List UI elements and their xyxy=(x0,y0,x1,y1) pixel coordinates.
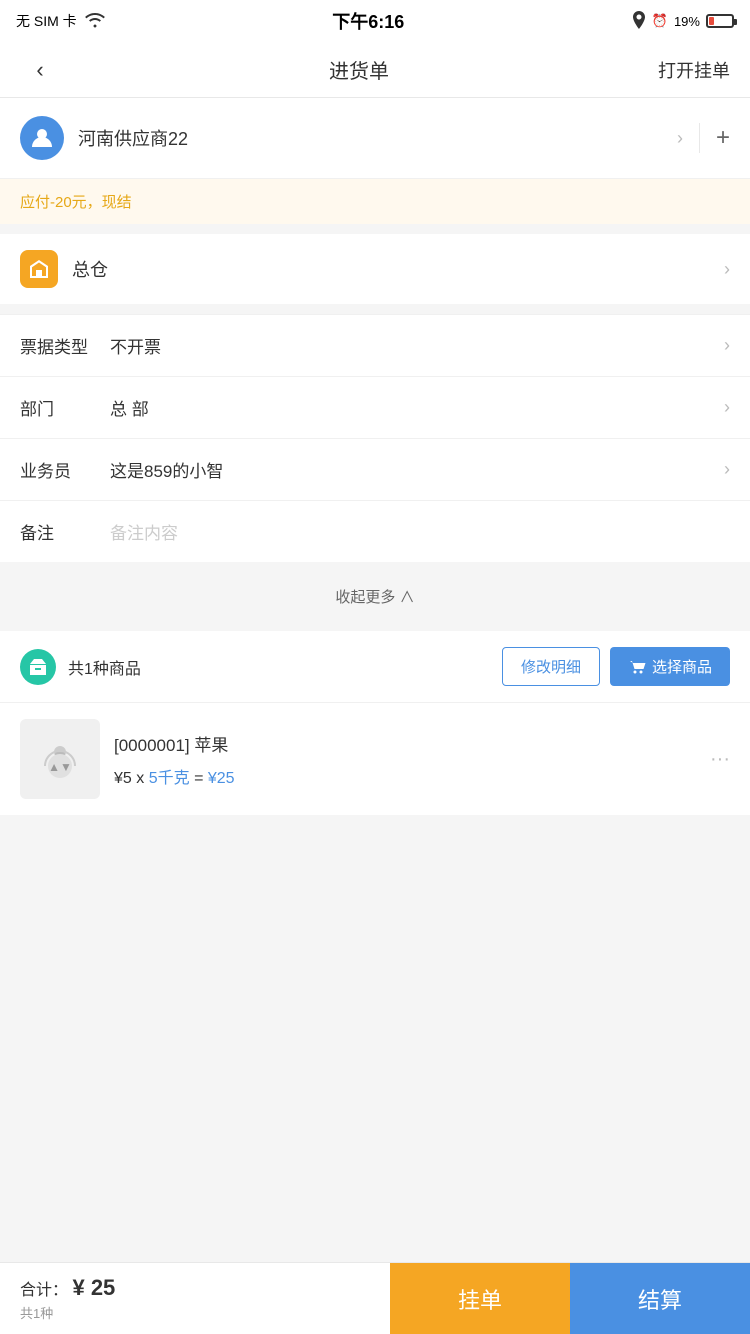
product-more-button[interactable]: ··· xyxy=(710,748,730,771)
product-name: [0000001] 苹果 xyxy=(114,731,696,756)
divider xyxy=(699,123,700,153)
remark-row[interactable]: 备注 备注内容 xyxy=(0,500,750,562)
product-total: ¥25 xyxy=(208,770,235,787)
battery-icon xyxy=(706,14,734,28)
page-title: 进货单 xyxy=(329,55,389,84)
product-section-icon xyxy=(20,649,56,685)
product-header: 共1种商品 修改明细 选择商品 xyxy=(0,631,750,702)
status-time: 下午6:16 xyxy=(332,8,404,34)
nav-bar: ‹ 进货单 打开挂单 xyxy=(0,42,750,98)
product-unit-price: ¥5 xyxy=(114,770,132,787)
carrier-label: 无 SIM 卡 xyxy=(16,11,77,31)
warehouse-chevron-icon: › xyxy=(724,259,730,280)
department-label: 部门 xyxy=(20,395,110,420)
svg-text:▲▼: ▲▼ xyxy=(48,760,72,774)
status-bar: 无 SIM 卡 下午6:16 ⏰ 19% xyxy=(0,0,750,42)
total-area: 合计： ¥ 25 共1种 xyxy=(0,1263,390,1334)
supplier-chevron-icon: › xyxy=(677,128,683,149)
invoice-type-row[interactable]: 票据类型 不开票 › xyxy=(0,314,750,376)
department-row[interactable]: 部门 总 部 › xyxy=(0,376,750,438)
warehouse-icon xyxy=(20,250,58,288)
product-title: 苹果 xyxy=(194,736,228,755)
status-left: 无 SIM 卡 xyxy=(16,11,105,31)
product-section: 共1种商品 修改明细 选择商品 ▲▼ xyxy=(0,631,750,815)
product-equals: = xyxy=(194,770,208,787)
supplier-avatar xyxy=(20,116,64,160)
battery-percentage: 19% xyxy=(674,14,700,29)
notice-bar: 应付-20元，现结 xyxy=(0,179,750,224)
warehouse-row[interactable]: 总仓 › xyxy=(0,234,750,304)
hang-button[interactable]: 挂单 xyxy=(390,1263,570,1334)
bottom-bar: 合计： ¥ 25 共1种 挂单 结算 xyxy=(0,1262,750,1334)
product-count-text: 共1种商品 xyxy=(68,655,141,679)
total-row: 合计： ¥ 25 xyxy=(20,1275,370,1301)
back-button[interactable]: ‹ xyxy=(20,50,60,90)
salesperson-row[interactable]: 业务员 这是859的小智 › xyxy=(0,438,750,500)
product-code: [0000001] xyxy=(114,736,190,755)
salesperson-chevron-icon: › xyxy=(724,459,730,480)
supplier-name: 河南供应商22 xyxy=(78,125,669,151)
add-button[interactable]: + xyxy=(716,124,730,152)
department-chevron-icon: › xyxy=(724,397,730,418)
status-right: ⏰ 19% xyxy=(632,11,734,32)
supplier-section: 河南供应商22 › + 应付-20元，现结 xyxy=(0,98,750,224)
settle-button[interactable]: 结算 xyxy=(570,1263,750,1334)
invoice-type-value: 不开票 xyxy=(110,333,716,358)
supplier-row[interactable]: 河南供应商22 › + xyxy=(0,98,750,179)
product-price-row: ¥5 x 5千克 = ¥25 xyxy=(114,764,696,788)
salesperson-value: 这是859的小智 xyxy=(110,457,716,482)
collapse-label: 收起更多 ∧ xyxy=(335,586,414,607)
product-count-area: 共1种商品 xyxy=(20,649,141,685)
form-section: 票据类型 不开票 › 部门 总 部 › 业务员 这是859的小智 › 备注 备注… xyxy=(0,314,750,562)
select-product-button[interactable]: 选择商品 xyxy=(610,647,730,686)
edit-detail-button[interactable]: 修改明细 xyxy=(502,647,600,686)
product-info: [0000001] 苹果 ¥5 x 5千克 = ¥25 xyxy=(114,731,696,788)
warehouse-name: 总仓 xyxy=(72,256,716,282)
total-amount: ¥ 25 xyxy=(72,1275,115,1300)
product-thumbnail: ▲▼ xyxy=(20,719,100,799)
total-count: 共1种 xyxy=(20,1303,370,1322)
product-price-sep: x xyxy=(136,770,148,787)
open-pending-button[interactable]: 打开挂单 xyxy=(658,57,730,83)
total-label: 合计： xyxy=(20,1282,68,1299)
alarm-icon: ⏰ xyxy=(652,13,668,29)
product-actions: 修改明细 选择商品 xyxy=(502,647,730,686)
invoice-type-chevron-icon: › xyxy=(724,335,730,356)
wifi-icon xyxy=(85,12,105,31)
location-icon xyxy=(632,11,646,32)
remark-input[interactable]: 备注内容 xyxy=(110,519,730,544)
product-item: ▲▼ [0000001] 苹果 ¥5 x 5千克 = ¥25 ··· xyxy=(0,702,750,815)
invoice-type-label: 票据类型 xyxy=(20,333,110,358)
product-quantity: 5千克 xyxy=(149,770,190,787)
collapse-row[interactable]: 收起更多 ∧ xyxy=(0,572,750,621)
department-value: 总 部 xyxy=(110,395,716,420)
bottom-spacer xyxy=(0,825,750,905)
remark-label: 备注 xyxy=(20,519,110,544)
select-product-label: 选择商品 xyxy=(652,656,712,677)
salesperson-label: 业务员 xyxy=(20,457,110,482)
warehouse-section: 总仓 › xyxy=(0,234,750,304)
